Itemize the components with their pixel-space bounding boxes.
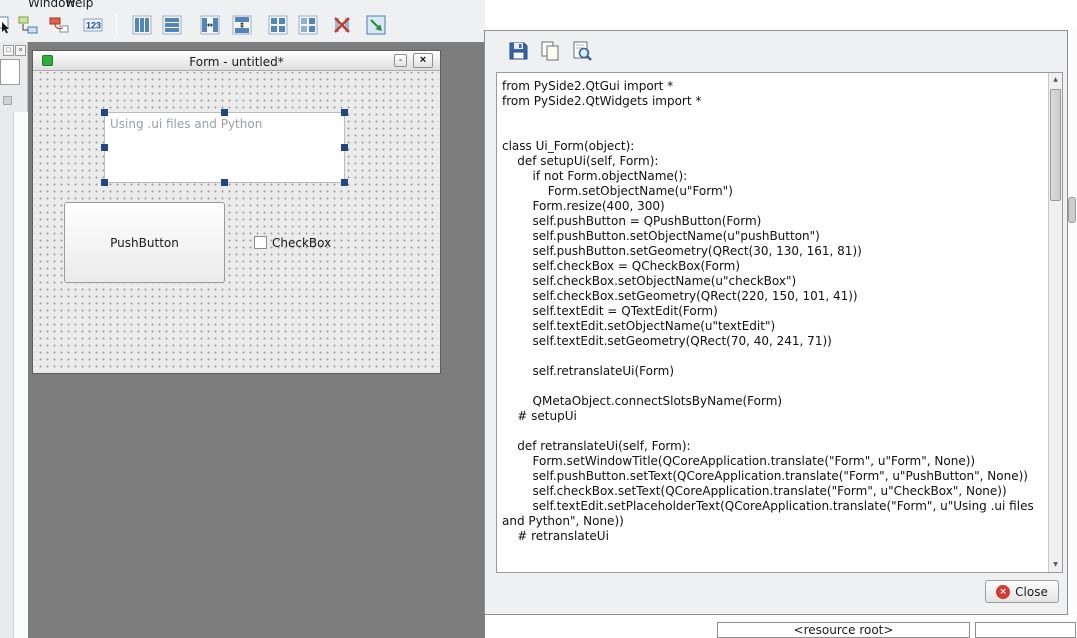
find-icon — [570, 39, 594, 63]
window-close-button[interactable]: × — [413, 53, 433, 68]
save-button[interactable] — [504, 37, 532, 65]
widget-list-area[interactable] — [13, 112, 28, 638]
resource-root-item[interactable]: <resource root> — [717, 622, 970, 638]
layout-vertical-splitter-icon — [231, 14, 253, 36]
selection-handle-n[interactable] — [221, 109, 228, 116]
scrollbar-thumb[interactable] — [1050, 89, 1061, 201]
selection-handle-se[interactable] — [341, 179, 348, 186]
edit-tab-order-button[interactable]: 123 — [81, 12, 107, 38]
widget-category-icon — [3, 96, 12, 105]
form-canvas[interactable]: Using .ui files and Python PushButton Ch… — [34, 72, 439, 372]
scroll-up-icon[interactable]: ▲ — [1049, 73, 1062, 87]
float-icon: □ — [6, 47, 10, 54]
checkbox-indicator[interactable] — [254, 236, 267, 249]
layout-horizontally-button[interactable] — [130, 12, 156, 38]
selection-handle-s[interactable] — [221, 179, 228, 186]
form-window-title: Form - untitled* — [189, 55, 283, 69]
form-icon — [42, 55, 53, 66]
dock-float-button[interactable]: □ — [3, 45, 14, 56]
break-layout-icon — [331, 14, 353, 36]
selection-handle-ne[interactable] — [341, 109, 348, 116]
code-scrollbar[interactable]: ▲ ▼ — [1048, 73, 1062, 572]
copy-icon — [538, 39, 562, 63]
edit-buddies-button[interactable] — [47, 12, 73, 38]
code-view[interactable]: from PySide2.QtGui import * from PySide2… — [496, 72, 1063, 573]
layout-form-icon — [297, 14, 319, 36]
dock-close-button[interactable]: × — [15, 45, 26, 56]
menu-help[interactable]: Help — [66, 0, 93, 10]
python-code-dialog: from PySide2.QtGui import * from PySide2… — [484, 30, 1068, 615]
form-editor-window[interactable]: Form - untitled* - × Using .ui files and… — [32, 50, 441, 374]
toolbar-separator — [116, 15, 117, 36]
minimize-button[interactable]: - — [394, 54, 407, 67]
edit-widgets-icon — [0, 14, 15, 36]
close-icon: × — [18, 47, 22, 54]
form-window-titlebar[interactable]: Form - untitled* - × — [33, 51, 440, 71]
adjust-size-icon — [365, 14, 387, 36]
textedit-widget[interactable]: Using .ui files and Python — [104, 112, 345, 183]
copy-button[interactable] — [536, 37, 564, 65]
layout-horizontally-icon — [131, 14, 153, 36]
close-button-label: Close — [1015, 585, 1048, 599]
resource-browser-strip: <resource root> — [485, 615, 1077, 638]
top-chrome: Window Help 123 — [0, 0, 485, 42]
layout-horizontal-splitter-icon — [199, 14, 221, 36]
edit-signals-slots-button[interactable] — [16, 12, 42, 38]
edit-buddies-icon — [48, 14, 70, 36]
selection-handle-e[interactable] — [341, 144, 348, 151]
layout-vertically-button[interactable] — [160, 12, 186, 38]
textedit-placeholder: Using .ui files and Python — [110, 117, 262, 131]
selection-handle-w[interactable] — [101, 144, 108, 151]
pushbutton-label: PushButton — [110, 236, 179, 250]
edit-signals-slots-icon — [17, 14, 39, 36]
layout-horizontal-splitter-button[interactable] — [198, 12, 224, 38]
find-button[interactable] — [568, 37, 596, 65]
layout-vertically-icon — [161, 14, 183, 36]
break-layout-button[interactable] — [330, 12, 356, 38]
checkbox-widget[interactable]: CheckBox — [254, 222, 355, 263]
selection-handle-nw[interactable] — [101, 109, 108, 116]
layout-grid-icon — [267, 14, 289, 36]
layout-grid-button[interactable] — [266, 12, 292, 38]
mdi-area: Form - untitled* - × Using .ui files and… — [28, 42, 485, 638]
resource-side-panel — [975, 622, 1076, 638]
save-icon — [506, 39, 530, 63]
qt-designer-screen: Window Help 123 — [0, 0, 1077, 638]
dock-scrollbar-thumb[interactable] — [1068, 197, 1076, 223]
adjust-size-button[interactable] — [364, 12, 390, 38]
scroll-down-icon[interactable]: ▼ — [1049, 558, 1062, 572]
close-circle-icon: × — [996, 585, 1010, 599]
layout-form-button[interactable] — [296, 12, 322, 38]
widget-filter-input[interactable] — [0, 59, 20, 85]
selection-handle-sw[interactable] — [101, 179, 108, 186]
dialog-close-button[interactable]: × Close — [985, 580, 1059, 603]
layout-vertical-splitter-button[interactable] — [230, 12, 256, 38]
right-edge-panel — [1068, 30, 1077, 615]
edit-tab-order-icon: 123 — [82, 14, 104, 36]
svg-text:123: 123 — [86, 21, 101, 31]
code-text[interactable]: from PySide2.QtGui import * from PySide2… — [497, 73, 1048, 572]
pushbutton-widget[interactable]: PushButton — [64, 202, 225, 283]
checkbox-label: CheckBox — [272, 236, 331, 250]
widget-box-dock: □ × — [0, 42, 28, 638]
